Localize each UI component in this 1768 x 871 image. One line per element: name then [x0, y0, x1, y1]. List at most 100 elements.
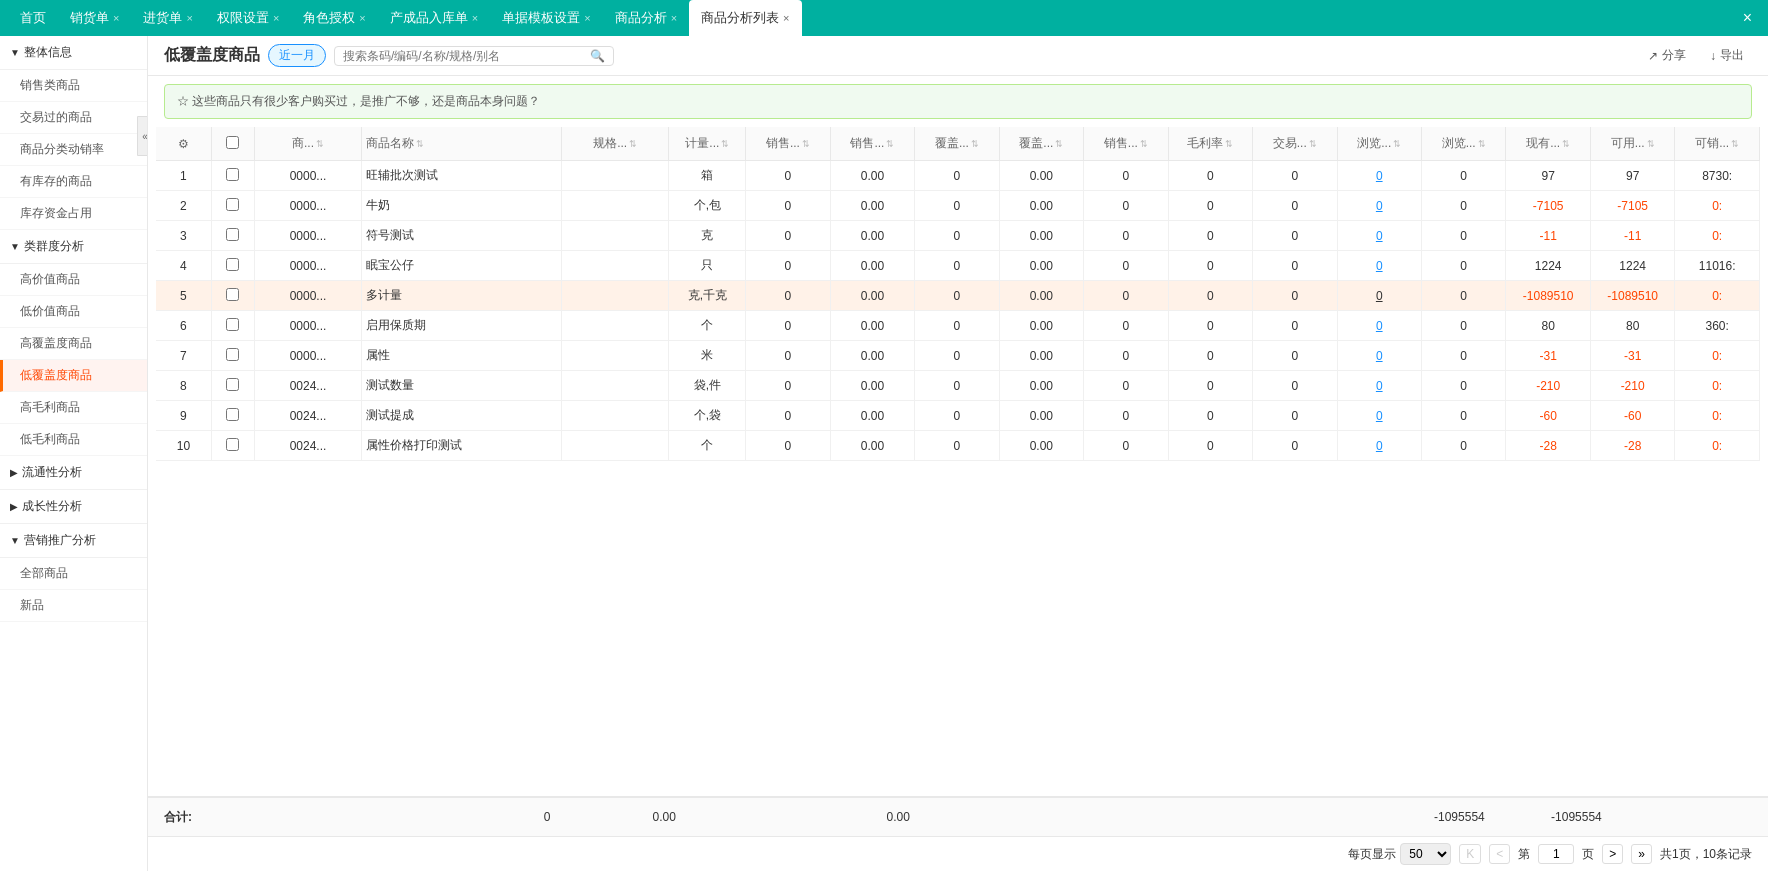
nav-tab-home[interactable]: 首页	[8, 0, 58, 36]
settings-column-header[interactable]: ⚙	[156, 127, 211, 161]
sidebar-item-high-gross[interactable]: 高毛利商品	[0, 392, 147, 424]
sellable-column-header[interactable]: 可销...⇅	[1675, 127, 1760, 161]
row-settings[interactable]: 4	[156, 251, 211, 281]
sidebar-item-high-coverage[interactable]: 高覆盖度商品	[0, 328, 147, 360]
row-settings[interactable]: 8	[156, 371, 211, 401]
row-browse1[interactable]: 0	[1337, 191, 1421, 221]
row-settings[interactable]: 2	[156, 191, 211, 221]
row-browse1[interactable]: 0	[1337, 341, 1421, 371]
sidebar-section-overall[interactable]: ▼ 整体信息	[0, 36, 147, 70]
sidebar-item-new-goods[interactable]: 新品	[0, 590, 147, 622]
close-icon[interactable]: ×	[359, 0, 365, 36]
page-number-input[interactable]	[1538, 844, 1574, 864]
browse1-column-header[interactable]: 浏览...⇅	[1337, 127, 1421, 161]
sidebar-item-category-rate[interactable]: 商品分类动销率	[0, 134, 147, 166]
page-size-select[interactable]: 50 20 100	[1400, 843, 1451, 865]
sidebar-section-marketing[interactable]: ▼ 营销推广分析	[0, 524, 147, 558]
row-browse1[interactable]: 0	[1337, 161, 1421, 191]
close-icon[interactable]: ×	[584, 0, 590, 36]
cover2-column-header[interactable]: 覆盖...⇅	[999, 127, 1083, 161]
spec-column-header[interactable]: 规格...⇅	[561, 127, 669, 161]
row-checkbox[interactable]	[211, 401, 254, 431]
row-settings[interactable]: 7	[156, 341, 211, 371]
code-column-header[interactable]: 商...⇅	[254, 127, 362, 161]
unit-column-header[interactable]: 计量...⇅	[669, 127, 746, 161]
row-cover2: 0.00	[999, 251, 1083, 281]
row-checkbox[interactable]	[211, 371, 254, 401]
export-button[interactable]: ↓ 导出	[1702, 44, 1752, 67]
row-browse1[interactable]: 0	[1337, 281, 1421, 311]
row-checkbox[interactable]	[211, 221, 254, 251]
sidebar-collapse-button[interactable]: «	[137, 116, 148, 156]
nav-tab-analysis[interactable]: 商品分析 ×	[603, 0, 689, 36]
row-sales-amt: 0.00	[830, 161, 914, 191]
close-icon[interactable]: ×	[186, 0, 192, 36]
close-icon[interactable]: ×	[472, 0, 478, 36]
row-browse1[interactable]: 0	[1337, 251, 1421, 281]
close-all-button[interactable]: ×	[1735, 9, 1760, 27]
sidebar-item-all-goods[interactable]: 全部商品	[0, 558, 147, 590]
row-checkbox[interactable]	[211, 281, 254, 311]
close-icon[interactable]: ×	[273, 0, 279, 36]
row-settings[interactable]: 1	[156, 161, 211, 191]
sidebar-item-high-value[interactable]: 高价值商品	[0, 264, 147, 296]
sidebar-section-cluster[interactable]: ▼ 类群度分析	[0, 230, 147, 264]
sidebar-item-low-value[interactable]: 低价值商品	[0, 296, 147, 328]
first-page-button[interactable]: K	[1459, 844, 1481, 864]
nav-tab-warehouse[interactable]: 产成品入库单 ×	[378, 0, 490, 36]
nav-tab-template[interactable]: 单据模板设置 ×	[490, 0, 602, 36]
row-browse1[interactable]: 0	[1337, 311, 1421, 341]
nav-tab-purchase[interactable]: 进货单 ×	[131, 0, 204, 36]
row-browse1[interactable]: 0	[1337, 221, 1421, 251]
row-settings[interactable]: 3	[156, 221, 211, 251]
row-settings[interactable]: 5	[156, 281, 211, 311]
sidebar-item-stock-goods[interactable]: 有库存的商品	[0, 166, 147, 198]
nav-tab-analysis-list[interactable]: 商品分析列表 ×	[689, 0, 801, 36]
row-browse1[interactable]: 0	[1337, 431, 1421, 461]
row-settings[interactable]: 6	[156, 311, 211, 341]
sidebar-item-low-gross[interactable]: 低毛利商品	[0, 424, 147, 456]
prev-page-button[interactable]: <	[1489, 844, 1510, 864]
close-icon[interactable]: ×	[113, 0, 119, 36]
search-icon[interactable]: 🔍	[590, 49, 605, 63]
next-page-button[interactable]: >	[1602, 844, 1623, 864]
close-icon[interactable]: ×	[783, 0, 789, 36]
footer-available-stock: -1095554	[1518, 806, 1635, 828]
row-settings[interactable]: 9	[156, 401, 211, 431]
nav-tab-sales[interactable]: 销货单 ×	[58, 0, 131, 36]
sidebar-item-traded-goods[interactable]: 交易过的商品	[0, 102, 147, 134]
gross-column-header[interactable]: 毛利率⇅	[1168, 127, 1252, 161]
row-checkbox[interactable]	[211, 311, 254, 341]
row-checkbox[interactable]	[211, 161, 254, 191]
filter-recent-month-button[interactable]: 近一月	[268, 44, 326, 67]
row-checkbox[interactable]	[211, 251, 254, 281]
sidebar-item-stock-value[interactable]: 库存资金占用	[0, 198, 147, 230]
trade-column-header[interactable]: 交易...⇅	[1253, 127, 1337, 161]
nav-tab-permission[interactable]: 权限设置 ×	[205, 0, 291, 36]
row-checkbox[interactable]	[211, 341, 254, 371]
share-button[interactable]: ↗ 分享	[1640, 44, 1694, 67]
browse2-column-header[interactable]: 浏览...⇅	[1421, 127, 1505, 161]
close-icon[interactable]: ×	[671, 0, 677, 36]
row-browse1[interactable]: 0	[1337, 371, 1421, 401]
available-stock-column-header[interactable]: 可用...⇅	[1590, 127, 1674, 161]
nav-tab-role[interactable]: 角色授权 ×	[291, 0, 377, 36]
row-browse1[interactable]: 0	[1337, 401, 1421, 431]
sidebar-item-low-coverage[interactable]: 低覆盖度商品	[0, 360, 147, 392]
select-all-checkbox[interactable]	[226, 136, 239, 149]
sidebar-section-liquidity[interactable]: ▶ 流通性分析	[0, 456, 147, 490]
name-column-header[interactable]: 商品名称⇅	[362, 127, 562, 161]
current-stock-column-header[interactable]: 现有...⇅	[1506, 127, 1590, 161]
search-input[interactable]	[343, 49, 586, 63]
sidebar-section-growth[interactable]: ▶ 成长性分析	[0, 490, 147, 524]
row-checkbox[interactable]	[211, 191, 254, 221]
row-sales-amt: 0.00	[830, 341, 914, 371]
last-page-button[interactable]: »	[1631, 844, 1652, 864]
cover1-column-header[interactable]: 覆盖...⇅	[915, 127, 999, 161]
sales3-column-header[interactable]: 销售...⇅	[1084, 127, 1168, 161]
row-checkbox[interactable]	[211, 431, 254, 461]
sales-qty-column-header[interactable]: 销售...⇅	[746, 127, 830, 161]
sidebar-item-sales-goods[interactable]: 销售类商品	[0, 70, 147, 102]
sales-amt-column-header[interactable]: 销售...⇅	[830, 127, 914, 161]
row-settings[interactable]: 10	[156, 431, 211, 461]
